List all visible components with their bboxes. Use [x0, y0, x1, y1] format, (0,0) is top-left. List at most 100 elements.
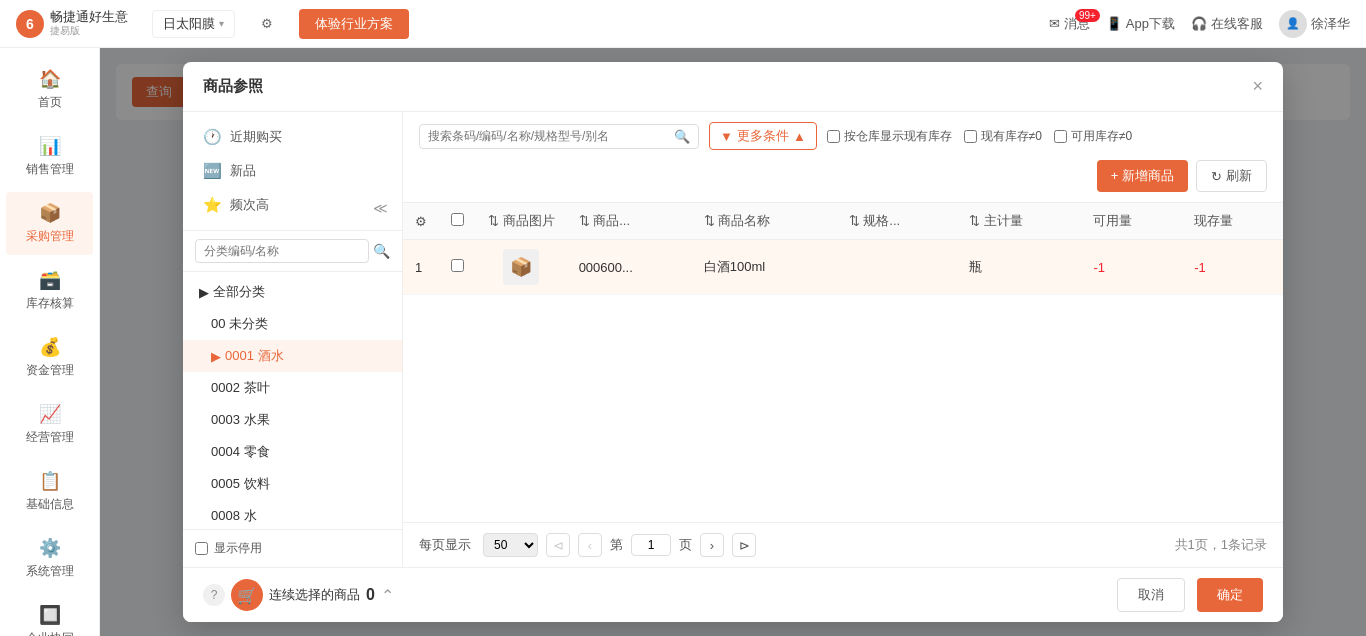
tab-label: 新品: [230, 162, 256, 180]
online-service-button[interactable]: 🎧 在线客服: [1191, 15, 1263, 33]
star-icon: ⭐: [203, 196, 222, 214]
prev-page-button[interactable]: ‹: [578, 533, 602, 557]
category-item-fruit[interactable]: 0003 水果: [183, 404, 402, 436]
page-number-input[interactable]: [631, 534, 671, 556]
category-tree: ▶ 全部分类 00 未分类 ▶ 0001 酒水 0002 茶: [183, 272, 402, 529]
category-label: 0008 水: [211, 507, 257, 525]
sidebar-item-system[interactable]: ⚙️ 系统管理: [6, 527, 93, 590]
checkbox-available-stock[interactable]: 可用库存≠0: [1054, 128, 1132, 145]
first-page-button[interactable]: ⊲: [546, 533, 570, 557]
sidebar-item-operations[interactable]: 📈 经营管理: [6, 393, 93, 456]
refresh-label: 刷新: [1226, 167, 1252, 185]
sort-icon: ⇅: [579, 213, 590, 228]
col-spec[interactable]: ⇅ 规格...: [837, 203, 958, 240]
select-all-checkbox[interactable]: [451, 213, 464, 226]
chevron-up-icon[interactable]: ⌃: [381, 586, 394, 605]
sidebar-item-label: 经营管理: [26, 429, 74, 446]
right-panel: 🔍 ▼ 更多条件 ▲ 按仓库显示现有库存: [403, 112, 1283, 567]
logo-text: 畅捷通好生意 捷易版: [50, 9, 128, 39]
app-download-button[interactable]: 📱 App下载: [1106, 15, 1175, 33]
sidebar-item-finance[interactable]: 💰 资金管理: [6, 326, 93, 389]
show-disabled-checkbox[interactable]: [195, 542, 208, 555]
checkbox-warehouse-stock[interactable]: 按仓库显示现有库存: [827, 128, 952, 145]
sidebar-item-home[interactable]: 🏠 首页: [6, 58, 93, 121]
last-page-button[interactable]: ⊳: [732, 533, 756, 557]
category-item-snack[interactable]: 0004 零食: [183, 436, 402, 468]
cell-code: 000600...: [567, 240, 692, 295]
sidebar-item-inventory[interactable]: 🗃️ 库存核算: [6, 259, 93, 322]
enterprise-icon: 🔲: [39, 604, 61, 626]
filter-collapse-icon: ▲: [793, 129, 806, 144]
tab-new-products[interactable]: 🆕 新品: [187, 154, 363, 188]
add-product-button[interactable]: + 新增商品: [1097, 160, 1188, 192]
tab-frequent[interactable]: ⭐ 频次高: [187, 188, 363, 222]
current-stock-checkbox[interactable]: [964, 130, 977, 143]
sidebar-item-purchase[interactable]: 📦 采购管理: [6, 192, 93, 255]
user-area[interactable]: 👤 徐泽华: [1279, 10, 1350, 38]
category-label: 0005 饮料: [211, 475, 270, 493]
footer-right: 取消 确定: [1117, 578, 1263, 612]
collapse-button[interactable]: ≪: [367, 198, 394, 218]
col-settings[interactable]: ⚙: [403, 203, 439, 240]
cancel-button[interactable]: 取消: [1117, 578, 1185, 612]
category-search-icon[interactable]: 🔍: [373, 243, 390, 259]
category-item-water[interactable]: 0008 水: [183, 500, 402, 529]
content-area: 查询 设置 刷新 商品参照 ×: [100, 48, 1366, 636]
tab-recent-purchase[interactable]: 🕐 近期购买: [187, 120, 363, 154]
category-item-tea[interactable]: 0002 茶叶: [183, 372, 402, 404]
product-search-input[interactable]: [428, 129, 670, 143]
col-select-all[interactable]: [439, 203, 476, 240]
filter-checkboxes: 按仓库显示现有库存 现有库存≠0 可用库存≠0: [827, 128, 1133, 145]
category-search-input[interactable]: [195, 239, 369, 263]
available-stock-checkbox[interactable]: [1054, 130, 1067, 143]
nav-right: ✉ 消息 99+ 📱 App下载 🎧 在线客服 👤 徐泽华: [1049, 10, 1350, 38]
table-row[interactable]: 1 📦 000600... 白酒100ml 瓶: [403, 240, 1283, 295]
sidebar-item-basic-info[interactable]: 📋 基础信息: [6, 460, 93, 523]
product-reference-modal: 商品参照 × 🕐 近期购买: [183, 62, 1283, 622]
modal-close-button[interactable]: ×: [1252, 76, 1263, 97]
category-item-uncategorized[interactable]: 00 未分类: [183, 308, 402, 340]
sidebar-item-label: 首页: [38, 94, 62, 111]
avatar: 👤: [1279, 10, 1307, 38]
refresh-button[interactable]: ↻ 刷新: [1196, 160, 1267, 192]
category-item-liquor[interactable]: ▶ 0001 酒水: [183, 340, 402, 372]
col-unit[interactable]: ⇅ 主计量: [957, 203, 1081, 240]
search-icon: 🔍: [674, 129, 690, 144]
gear-button[interactable]: ⚙: [251, 8, 283, 40]
cart-count: 0: [366, 586, 375, 604]
user-name: 徐泽华: [1311, 15, 1350, 33]
inventory-icon: 🗃️: [39, 269, 61, 291]
help-button[interactable]: ?: [203, 584, 225, 606]
show-disabled-area: 显示停用: [183, 529, 402, 567]
toolbar-right: + 新增商品 ↻ 刷新: [1097, 160, 1267, 192]
phone-icon: 📱: [1106, 16, 1122, 31]
category-label: 0002 茶叶: [211, 379, 270, 397]
col-name[interactable]: ⇅ 商品名称: [692, 203, 837, 240]
top-nav: 6 畅捷通好生意 捷易版 日太阳膜 ▾ ⚙ 体验行业方案 ✉ 消息 99+ 📱 …: [0, 0, 1366, 48]
col-image[interactable]: ⇅ 商品图片: [476, 203, 567, 240]
sidebar-item-enterprise[interactable]: 🔲 企业协同: [6, 594, 93, 636]
messages-button[interactable]: ✉ 消息 99+: [1049, 15, 1090, 33]
home-icon: 🏠: [39, 68, 61, 90]
nav-selector-label: 日太阳膜: [163, 15, 215, 33]
trial-button[interactable]: 体验行业方案: [299, 9, 409, 39]
cell-image: 📦: [476, 240, 567, 295]
next-page-button[interactable]: ›: [700, 533, 724, 557]
cart-button[interactable]: 🛒: [231, 579, 263, 611]
col-code[interactable]: ⇅ 商品...: [567, 203, 692, 240]
checkbox-current-stock[interactable]: 现有库存≠0: [964, 128, 1042, 145]
warehouse-stock-checkbox[interactable]: [827, 130, 840, 143]
category-item-beverage[interactable]: 0005 饮料: [183, 468, 402, 500]
checkbox-label: 可用库存≠0: [1071, 128, 1132, 145]
nav-selector[interactable]: 日太阳膜 ▾: [152, 10, 235, 38]
per-page-select[interactable]: 20 50 100: [483, 533, 538, 557]
category-label: 全部分类: [213, 283, 265, 301]
sidebar-item-sales[interactable]: 📊 销售管理: [6, 125, 93, 188]
cell-name: 白酒100ml: [692, 240, 837, 295]
cell-checkbox[interactable]: [439, 240, 476, 295]
row-checkbox[interactable]: [451, 259, 464, 272]
category-item-all[interactable]: ▶ 全部分类: [183, 276, 402, 308]
sales-icon: 📊: [39, 135, 61, 157]
more-filters-button[interactable]: ▼ 更多条件 ▲: [709, 122, 817, 150]
confirm-button[interactable]: 确定: [1197, 578, 1263, 612]
